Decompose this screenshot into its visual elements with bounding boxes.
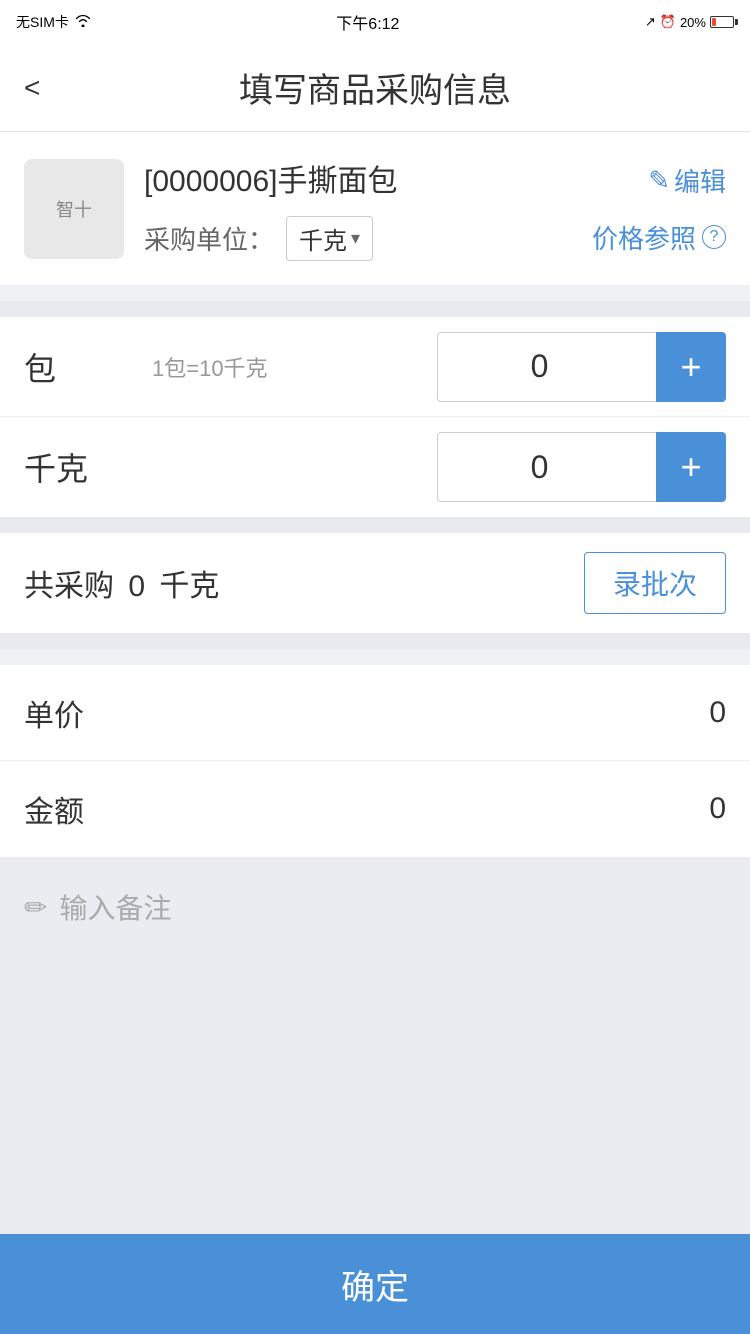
kg-label: 千克	[24, 444, 144, 490]
bao-sub-label: 1包=10千克	[152, 351, 268, 383]
product-image: 智十	[24, 159, 124, 259]
kg-input-row: 千克 +	[0, 417, 750, 517]
price-section: 单价 0 金额 0	[0, 665, 750, 857]
price-ref-button[interactable]: 价格参照 ?	[592, 219, 726, 256]
product-unit-row: 采购单位： 千克 ▾	[144, 216, 572, 261]
chevron-down-icon: ▾	[351, 228, 360, 249]
battery-icon	[710, 16, 734, 28]
unit-price-row: 单价 0	[0, 665, 750, 761]
unit-label: 采购单位：	[144, 220, 274, 257]
amount-row: 金额 0	[0, 761, 750, 857]
empty-space	[0, 957, 750, 1257]
bao-label: 包	[24, 344, 144, 390]
plus-icon: +	[680, 346, 701, 388]
batch-button[interactable]: 录批次	[584, 552, 726, 614]
status-time: 下午6:12	[336, 10, 399, 34]
battery-fill	[712, 18, 716, 26]
amount-value: 0	[709, 792, 726, 826]
location-icon: ↗	[645, 14, 656, 30]
status-right: ↗ ⏰ 20%	[645, 14, 734, 30]
kg-input[interactable]	[437, 432, 657, 502]
total-text: 共采购 0 千克	[24, 561, 219, 605]
bao-plus-button[interactable]: +	[656, 332, 726, 402]
bao-input-row: 包 1包=10千克 +	[0, 317, 750, 417]
pencil-icon: ✏	[24, 891, 47, 924]
plus-icon-2: +	[680, 446, 701, 488]
info-icon: ?	[702, 225, 726, 249]
product-name: [0000006]手撕面包	[144, 156, 572, 200]
wifi-icon	[75, 14, 91, 30]
input-section: 包 1包=10千克 + 千克 +	[0, 317, 750, 517]
status-left: 无SIM卡	[16, 12, 91, 32]
carrier-text: 无SIM卡	[16, 12, 69, 32]
bao-input[interactable]	[437, 332, 657, 402]
product-actions: ✎ 编辑 价格参照 ?	[592, 162, 726, 256]
divider-3	[0, 633, 750, 649]
kg-plus-button[interactable]: +	[656, 432, 726, 502]
divider-2	[0, 517, 750, 533]
confirm-button[interactable]: 确定	[0, 1234, 750, 1334]
total-amount: 0	[128, 570, 145, 603]
product-info: [0000006]手撕面包 采购单位： 千克 ▾	[144, 156, 572, 261]
unit-value: 千克	[299, 221, 347, 256]
unit-price-label: 单价	[24, 691, 84, 735]
product-card: 智十 [0000006]手撕面包 采购单位： 千克 ▾ ✎ 编辑 价格参照 ?	[0, 132, 750, 285]
nav-title: 填写商品采购信息	[239, 63, 511, 112]
note-placeholder: 输入备注	[59, 887, 171, 927]
unit-price-value: 0	[709, 696, 726, 730]
edit-button[interactable]: ✎ 编辑	[648, 162, 726, 199]
note-section[interactable]: ✏ 输入备注	[0, 857, 750, 957]
edit-icon: ✎	[648, 165, 670, 196]
unit-select[interactable]: 千克 ▾	[286, 216, 373, 261]
amount-label: 金额	[24, 787, 84, 831]
divider-1	[0, 301, 750, 317]
back-button[interactable]: <	[24, 72, 40, 104]
content: 智十 [0000006]手撕面包 采购单位： 千克 ▾ ✎ 编辑 价格参照 ?	[0, 132, 750, 1257]
total-row: 共采购 0 千克 录批次	[0, 533, 750, 633]
nav-bar: < 填写商品采购信息	[0, 44, 750, 132]
alarm-icon: ⏰	[660, 14, 676, 30]
confirm-label: 确定	[341, 1260, 409, 1309]
battery-percent: 20%	[680, 15, 706, 30]
status-bar: 无SIM卡 下午6:12 ↗ ⏰ 20%	[0, 0, 750, 44]
